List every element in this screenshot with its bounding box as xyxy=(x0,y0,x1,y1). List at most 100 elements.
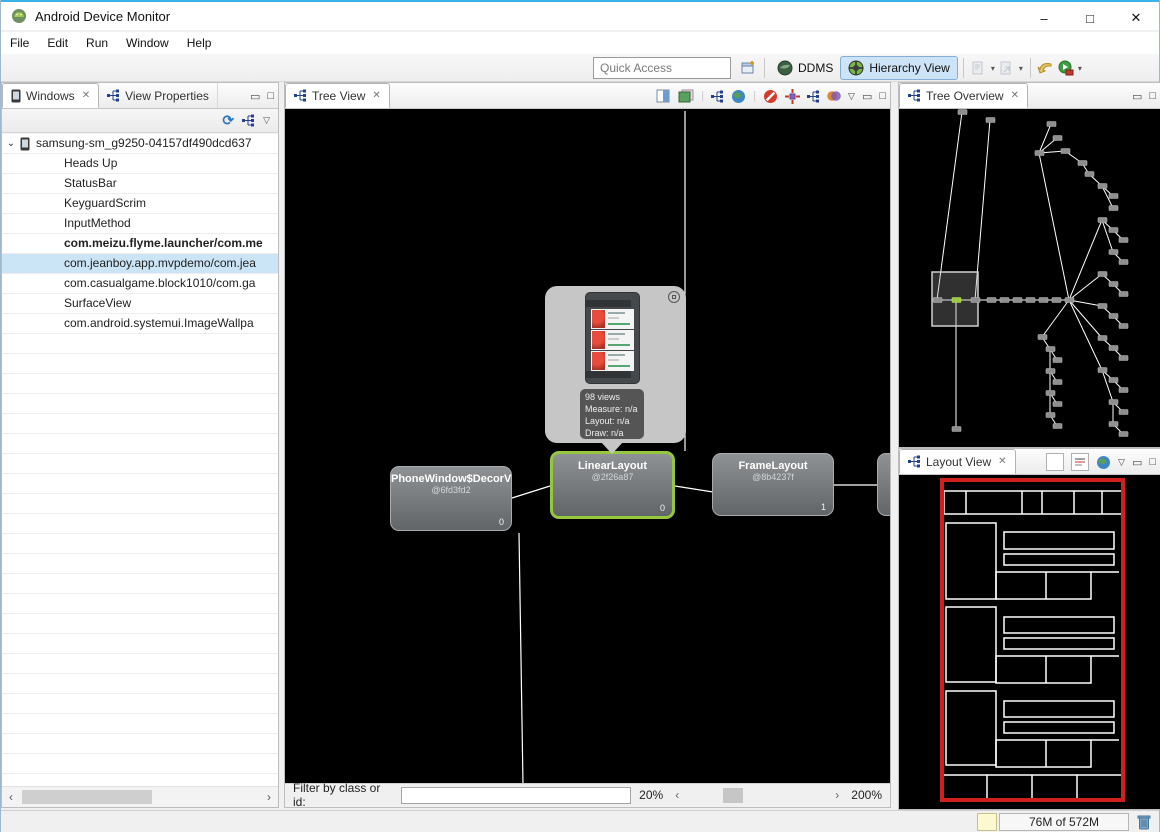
view-menu-dropdown[interactable]: ▽ xyxy=(263,115,270,126)
window-list-item[interactable]: com.casualgame.block1010/com.ga xyxy=(2,274,278,294)
scrollbar-thumb[interactable] xyxy=(22,790,152,804)
node-address: @8b4237f xyxy=(752,472,794,482)
open-perspective-button[interactable] xyxy=(739,57,759,79)
tree-icon xyxy=(294,89,306,102)
window-maximize-button[interactable]: □ xyxy=(1067,4,1113,32)
tab-close-icon[interactable]: ✕ xyxy=(998,456,1006,467)
window-title: Android Device Monitor xyxy=(35,8,171,24)
preview-statusbar xyxy=(586,300,631,307)
menu-item-window[interactable]: Window xyxy=(117,34,178,52)
status-bar: 76M of 572M xyxy=(1,810,1159,832)
window-list-item[interactable]: SurfaceView xyxy=(2,294,278,314)
popup-close-icon[interactable] xyxy=(668,291,680,303)
tab-tree-view[interactable]: Tree View ✕ xyxy=(285,83,390,108)
tree-view-canvas[interactable]: PhoneWindow$DecorView@6fd3fd20 LinearLayo… xyxy=(285,109,890,784)
panel-minimize-button[interactable]: ▭ xyxy=(1132,456,1142,469)
load-view-hierarchy-button[interactable] xyxy=(711,90,724,103)
tab-view-properties[interactable]: View Properties xyxy=(99,83,218,108)
panel-maximize-button[interactable]: □ xyxy=(1149,456,1156,468)
wireframe-lines-icon xyxy=(1075,458,1086,466)
tab-close-icon[interactable]: ✕ xyxy=(82,90,90,101)
windows-horizontal-scrollbar[interactable]: ‹ › xyxy=(2,786,278,806)
device-row[interactable]: ⌄ samsung-sm_g9250-04157df490dcd637 xyxy=(2,134,278,154)
zoom-out-icon[interactable]: ‹ xyxy=(671,788,683,802)
tab-tree-overview[interactable]: Tree Overview ✕ xyxy=(899,83,1028,108)
window-list-item[interactable]: KeyguardScrim xyxy=(2,194,278,214)
filter-input[interactable] xyxy=(401,786,632,804)
tab-tree-overview-label: Tree Overview xyxy=(926,88,1004,103)
window-list-item[interactable]: com.jeanboy.app.mvpdemo/com.jea xyxy=(2,254,278,274)
display-view-button[interactable] xyxy=(731,89,746,104)
menu-item-file[interactable]: File xyxy=(1,34,38,52)
expand-chevron-icon[interactable]: ⌄ xyxy=(2,134,20,153)
zoom-slider[interactable] xyxy=(683,784,831,806)
zoom-in-icon[interactable]: › xyxy=(831,788,843,802)
show-extras-button[interactable] xyxy=(1046,453,1065,471)
menu-item-help[interactable]: Help xyxy=(178,34,221,52)
menu-bar: File Edit Run Window Help xyxy=(1,32,1159,54)
refresh-windows-button[interactable]: ⟳ xyxy=(222,112,234,129)
empty-row xyxy=(2,654,278,674)
tree-overview-minimap[interactable] xyxy=(899,109,1160,447)
tab-layout-view[interactable]: Layout View ✕ xyxy=(899,449,1016,474)
scroll-right-icon[interactable]: › xyxy=(260,790,278,804)
load-view-hierarchy-button[interactable] xyxy=(242,114,255,127)
perspective-ddms-button[interactable]: DDMS xyxy=(770,57,840,79)
window-list-item[interactable]: com.meizu.flyme.launcher/com.me xyxy=(2,234,278,254)
menu-item-run[interactable]: Run xyxy=(77,34,117,52)
panel-maximize-button[interactable]: □ xyxy=(879,90,886,102)
perspective-hierarchy-view-button[interactable]: Hierarchy View xyxy=(840,56,958,80)
stop-button[interactable] xyxy=(763,89,778,104)
run-external-tools-button[interactable] xyxy=(1056,57,1076,79)
tree-node-phonewindowdecorview[interactable]: PhoneWindow$DecorView@6fd3fd2 0 xyxy=(390,466,512,531)
capture-layers-button[interactable] xyxy=(678,89,694,103)
window-item-label: com.meizu.flyme.launcher/com.me xyxy=(64,236,263,250)
request-layout-button[interactable] xyxy=(807,90,820,103)
panel-maximize-button[interactable]: □ xyxy=(1149,90,1156,102)
view-menu-dropdown[interactable]: ▽ xyxy=(1118,457,1125,468)
profile-node-button[interactable] xyxy=(827,89,841,103)
garbage-collect-button[interactable] xyxy=(1137,814,1151,830)
node-class-name: FitW xyxy=(878,460,890,472)
zoom-max-label: 200% xyxy=(851,788,882,802)
window-minimize-button[interactable]: – xyxy=(1021,4,1067,32)
show-wireframe-button[interactable] xyxy=(1071,453,1090,471)
window-close-button[interactable]: ✕ xyxy=(1113,4,1159,32)
zoom-slider-thumb[interactable] xyxy=(723,788,744,803)
tab-close-icon[interactable]: ✕ xyxy=(1011,90,1019,101)
window-list-item[interactable]: Heads Up xyxy=(2,154,278,174)
tree-node-linearlayout[interactable]: LinearLayout @2f26a87 0 xyxy=(550,451,675,519)
empty-row xyxy=(2,634,278,654)
panel-maximize-button[interactable]: □ xyxy=(267,90,274,102)
external-tools-dropdown[interactable]: ▾ xyxy=(1019,64,1023,73)
save-as-png-button[interactable] xyxy=(656,89,671,103)
window-list-item[interactable]: com.android.systemui.ImageWallpa xyxy=(2,314,278,334)
run-last-tool-dropdown[interactable]: ▾ xyxy=(991,64,995,73)
run-last-tool-button[interactable] xyxy=(969,57,989,79)
window-list-item[interactable]: StatusBar xyxy=(2,174,278,194)
node-stat-line: Layout: n/a xyxy=(585,416,630,426)
perspective-ddms-label: DDMS xyxy=(798,61,834,75)
window-list-item[interactable]: InputMethod xyxy=(2,214,278,234)
invalidate-view-button[interactable] xyxy=(785,88,801,104)
external-tools-button[interactable] xyxy=(997,57,1017,79)
hierarchy-view-icon xyxy=(848,60,864,76)
tree-node-framelayout[interactable]: FrameLayout @8b4237f 1 xyxy=(712,453,834,516)
empty-row xyxy=(2,354,278,374)
layout-view-canvas[interactable] xyxy=(899,475,1160,809)
panel-minimize-button[interactable]: ▭ xyxy=(1132,90,1142,103)
quick-access-input[interactable] xyxy=(593,57,731,79)
tree-node-fitw[interactable]: FitW xyxy=(877,453,890,516)
last-edit-location-button[interactable] xyxy=(1036,57,1056,79)
panel-minimize-button[interactable]: ▭ xyxy=(862,90,872,103)
scroll-left-icon[interactable]: ‹ xyxy=(2,790,20,804)
tab-windows[interactable]: Windows ✕ xyxy=(2,83,100,108)
display-view-button[interactable] xyxy=(1096,455,1111,470)
view-menu-dropdown[interactable]: ▽ xyxy=(848,91,855,102)
tab-close-icon[interactable]: ✕ xyxy=(372,90,380,101)
panel-minimize-button[interactable]: ▭ xyxy=(250,90,260,103)
run-external-tools-dropdown[interactable]: ▾ xyxy=(1078,64,1082,73)
tree-overview-canvas[interactable] xyxy=(899,109,1160,447)
menu-item-edit[interactable]: Edit xyxy=(38,34,77,52)
window-item-label: com.android.systemui.ImageWallpa xyxy=(64,316,254,330)
